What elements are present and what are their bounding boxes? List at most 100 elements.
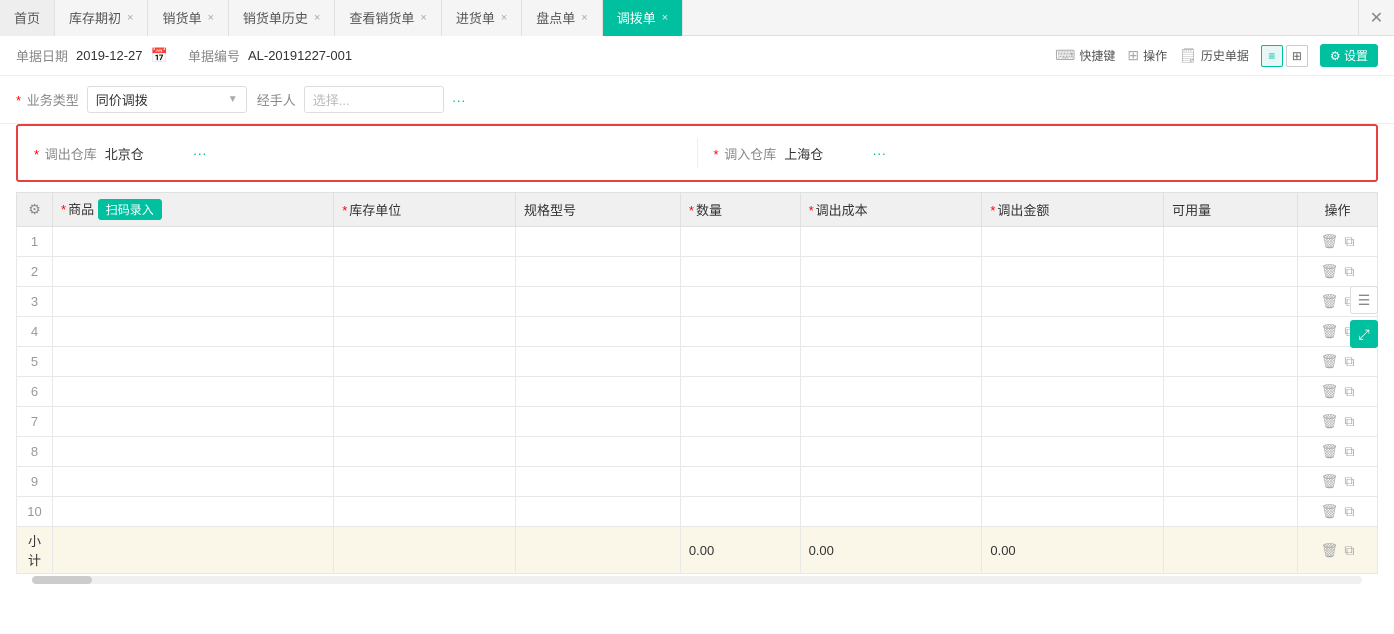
copy-row-icon[interactable]: ⧉	[1344, 383, 1354, 400]
copy-row-icon[interactable]: ⧉	[1344, 413, 1354, 430]
tab-inventory-close[interactable]: ×	[581, 12, 587, 24]
tab-sales-history[interactable]: 销货单历史 ×	[229, 0, 335, 36]
delete-row-icon[interactable]: 🗑	[1321, 353, 1339, 370]
cell-goods[interactable]	[53, 467, 334, 497]
biz-type-select[interactable]: 同价调拨 ▼	[87, 86, 247, 113]
cell-goods[interactable]	[53, 437, 334, 467]
cell-amount[interactable]	[982, 437, 1164, 467]
cell-qty[interactable]	[680, 407, 800, 437]
calendar-icon[interactable]: 📅	[151, 47, 168, 64]
th-gear[interactable]: ⚙	[17, 193, 53, 227]
copy-row-icon[interactable]: ⧉	[1344, 503, 1354, 520]
copy-row-icon[interactable]: ⧉	[1344, 263, 1354, 280]
cell-amount[interactable]	[982, 347, 1164, 377]
cell-amount[interactable]	[982, 287, 1164, 317]
operations-btn[interactable]: ⊞ 操作	[1127, 47, 1167, 64]
tab-view-sales-close[interactable]: ×	[420, 12, 426, 24]
copy-row-icon[interactable]: ⧉	[1344, 542, 1354, 559]
cell-goods[interactable]	[53, 377, 334, 407]
delete-row-icon[interactable]: 🗑	[1321, 323, 1339, 340]
handler-input[interactable]: 选择...	[304, 86, 444, 113]
delete-row-icon[interactable]: 🗑	[1321, 293, 1339, 310]
tab-purchase[interactable]: 进货单 ×	[442, 0, 522, 36]
gear-icon[interactable]: ⚙	[28, 201, 41, 217]
history-btn[interactable]: 🗒 历史单据	[1179, 47, 1249, 64]
tab-sales-order[interactable]: 销货单 ×	[148, 0, 228, 36]
cell-cost[interactable]: 0.00	[800, 527, 982, 574]
cell-cost[interactable]	[800, 347, 982, 377]
in-warehouse-more[interactable]: ···	[872, 145, 886, 161]
delete-row-icon[interactable]: 🗑	[1321, 443, 1339, 460]
cell-cost[interactable]	[800, 437, 982, 467]
tab-purchase-close[interactable]: ×	[501, 12, 507, 24]
delete-row-icon[interactable]: 🗑	[1321, 413, 1339, 430]
cell-goods[interactable]	[53, 287, 334, 317]
shortcuts-btn[interactable]: ⌨ 快捷键	[1055, 47, 1115, 64]
cell-cost[interactable]	[800, 227, 982, 257]
cell-amount[interactable]	[982, 227, 1164, 257]
cell-goods[interactable]	[53, 317, 334, 347]
delete-row-icon[interactable]: 🗑	[1321, 233, 1339, 250]
cell-goods[interactable]	[53, 497, 334, 527]
delete-row-icon[interactable]: 🗑	[1321, 263, 1339, 280]
tab-transfer[interactable]: 调拨单 ×	[603, 0, 683, 36]
cell-goods[interactable]	[53, 347, 334, 377]
cell-qty[interactable]	[680, 437, 800, 467]
delete-row-icon[interactable]: 🗑	[1321, 383, 1339, 400]
handler-more-icon[interactable]: ···	[452, 92, 466, 108]
float-list-btn[interactable]: ☰	[1350, 286, 1378, 314]
cell-qty[interactable]	[680, 257, 800, 287]
cell-cost[interactable]	[800, 317, 982, 347]
float-expand-btn[interactable]: ⤢	[1350, 320, 1378, 348]
scrollbar-thumb[interactable]	[32, 576, 92, 584]
tab-transfer-close[interactable]: ×	[662, 12, 668, 24]
cell-amount[interactable]	[982, 377, 1164, 407]
cell-goods[interactable]	[53, 527, 334, 574]
cell-qty[interactable]	[680, 467, 800, 497]
cell-cost[interactable]	[800, 377, 982, 407]
cell-qty[interactable]	[680, 497, 800, 527]
delete-row-icon[interactable]: 🗑	[1321, 542, 1339, 559]
copy-row-icon[interactable]: ⧉	[1344, 233, 1354, 250]
copy-row-icon[interactable]: ⧉	[1344, 443, 1354, 460]
copy-row-icon[interactable]: ⧉	[1344, 353, 1354, 370]
tab-view-sales[interactable]: 查看销货单 ×	[335, 0, 441, 36]
layout-grid-icon[interactable]: ⊞	[1286, 45, 1308, 67]
cell-qty[interactable]	[680, 287, 800, 317]
cell-goods[interactable]	[53, 407, 334, 437]
tab-sales-order-close[interactable]: ×	[207, 12, 213, 24]
cell-amount[interactable]	[982, 317, 1164, 347]
tab-inventory-init-close[interactable]: ×	[127, 12, 133, 24]
cell-qty[interactable]	[680, 347, 800, 377]
delete-row-icon[interactable]: 🗑	[1321, 473, 1339, 490]
window-close-button[interactable]: ✕	[1358, 0, 1394, 36]
cell-goods[interactable]	[53, 257, 334, 287]
row-number: 9	[17, 467, 53, 497]
cell-goods[interactable]	[53, 227, 334, 257]
layout-list-icon[interactable]: ≡	[1261, 45, 1283, 67]
cell-qty[interactable]	[680, 227, 800, 257]
cell-qty[interactable]: 0.00	[680, 527, 800, 574]
horizontal-scrollbar[interactable]	[32, 576, 1362, 584]
tab-inventory-init[interactable]: 库存期初 ×	[55, 0, 148, 36]
cell-amount[interactable]	[982, 257, 1164, 287]
scan-button[interactable]: 扫码录入	[98, 199, 162, 220]
cell-amount[interactable]	[982, 497, 1164, 527]
cell-amount[interactable]	[982, 407, 1164, 437]
out-warehouse-more[interactable]: ···	[193, 145, 207, 161]
tab-inventory[interactable]: 盘点单 ×	[522, 0, 602, 36]
cell-amount[interactable]: 0.00	[982, 527, 1164, 574]
cell-qty[interactable]	[680, 317, 800, 347]
cell-qty[interactable]	[680, 377, 800, 407]
cell-cost[interactable]	[800, 497, 982, 527]
delete-row-icon[interactable]: 🗑	[1321, 503, 1339, 520]
cell-cost[interactable]	[800, 407, 982, 437]
tab-home[interactable]: 首页	[0, 0, 55, 36]
cell-amount[interactable]	[982, 467, 1164, 497]
cell-cost[interactable]	[800, 467, 982, 497]
tab-sales-history-close[interactable]: ×	[314, 12, 320, 24]
cell-cost[interactable]	[800, 257, 982, 287]
settings-button[interactable]: ⚙ 设置	[1320, 44, 1378, 67]
cell-cost[interactable]	[800, 287, 982, 317]
copy-row-icon[interactable]: ⧉	[1344, 473, 1354, 490]
